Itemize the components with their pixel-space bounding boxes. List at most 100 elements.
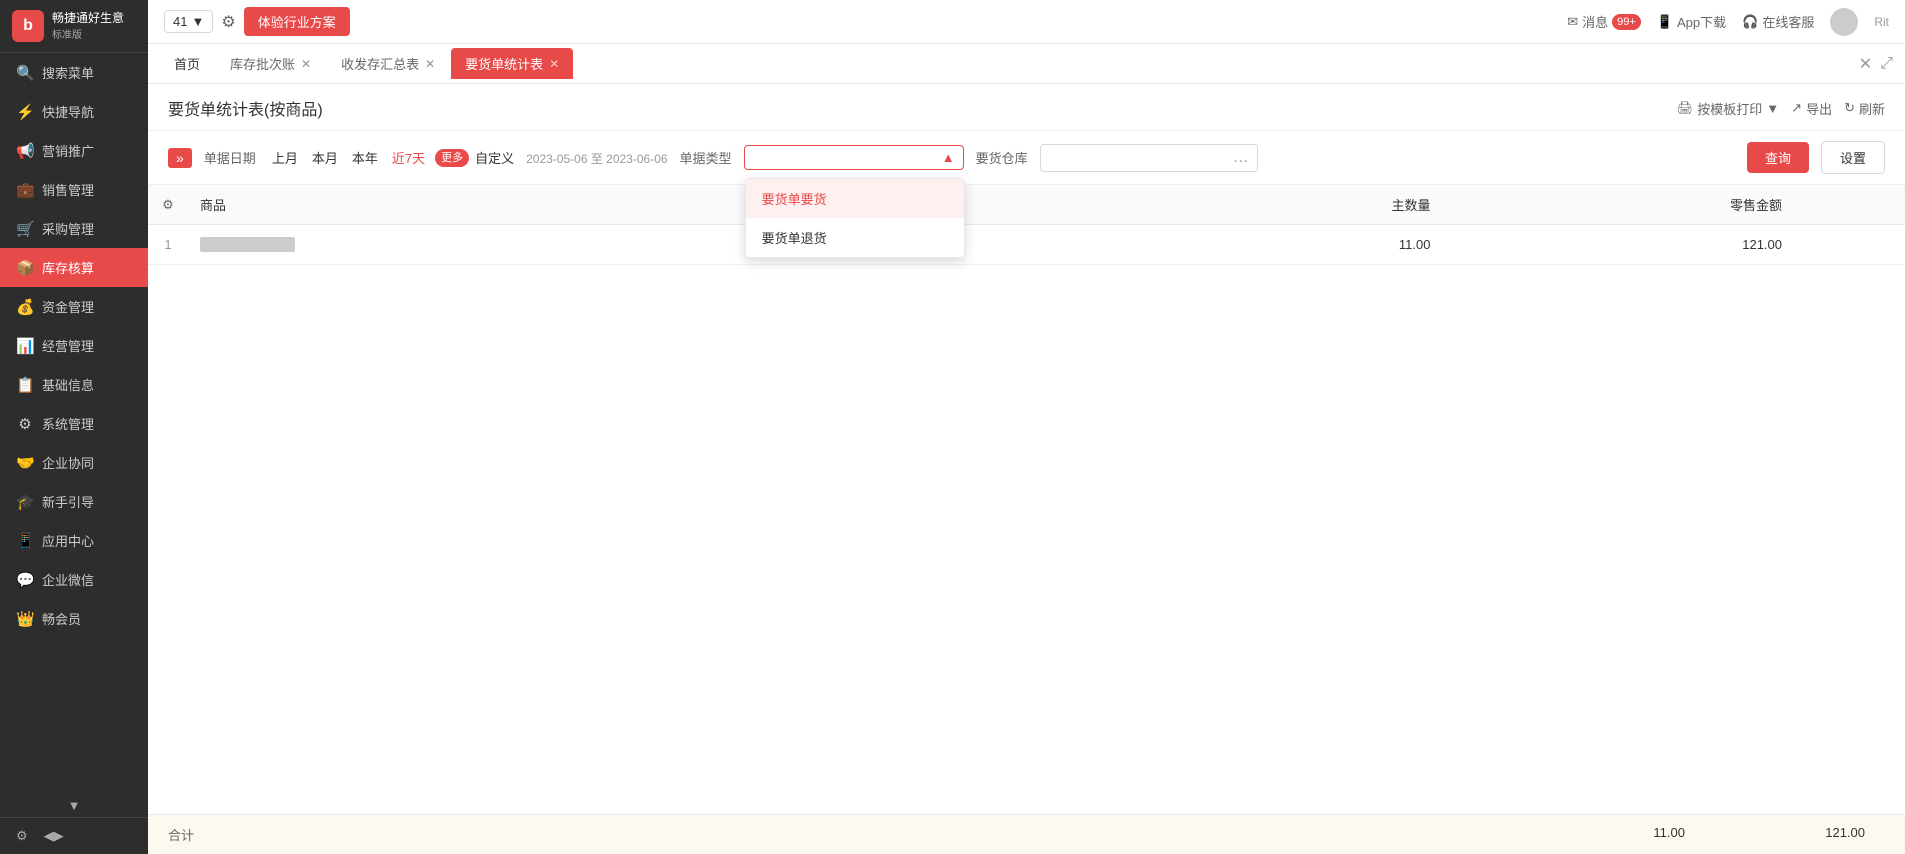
summary-label: 合计	[168, 825, 194, 844]
sidebar-label-purchase: 采购管理	[42, 219, 94, 238]
sidebar-label-sales: 销售管理	[42, 180, 94, 199]
col-quantity: 主数量	[1151, 185, 1442, 225]
date-option-custom[interactable]: 自定义	[475, 148, 514, 167]
refresh-icon: ↻	[1844, 100, 1855, 116]
warehouse-filter-input[interactable]: …	[1040, 144, 1258, 172]
sidebar-label-member: 畅会员	[42, 609, 81, 628]
sidebar-logo: b 畅捷通好生意 标准版	[0, 0, 148, 53]
date-option-7days[interactable]: 近7天	[388, 146, 429, 169]
sidebar-item-appstore[interactable]: 📱 应用中心	[0, 521, 148, 560]
filter-expand-button[interactable]: »	[168, 148, 192, 168]
print-arrow-icon: ▼	[1766, 101, 1779, 116]
sidebar-label-search: 搜索菜单	[42, 63, 94, 82]
tab-close-all-icon[interactable]: ✕	[1859, 54, 1872, 74]
date-range-display: 2023-05-06 至 2023-06-06	[526, 150, 667, 167]
sidebar-item-marketing[interactable]: 📢营销推广	[0, 131, 148, 170]
sidebar-item-finance[interactable]: 💰资金管理	[0, 287, 148, 326]
sidebar-item-sales[interactable]: 💼销售管理	[0, 170, 148, 209]
date-more-badge[interactable]: 更多	[435, 149, 469, 167]
query-button[interactable]: 查询	[1747, 142, 1809, 173]
purchase-icon: 🛒	[16, 220, 34, 238]
app-download-label: App下载	[1677, 12, 1726, 31]
tab-3[interactable]: 要货单统计表 ✕	[451, 48, 573, 79]
member-icon: 👑	[16, 610, 34, 628]
sidebar-item-search[interactable]: 🔍 搜索菜单	[0, 53, 148, 92]
date-filter-label: 单据日期	[204, 148, 256, 167]
export-action[interactable]: ↗ 导出	[1791, 99, 1832, 118]
print-action[interactable]: 🖨 按模板打印 ▼	[1677, 99, 1779, 118]
sidebar-label-appstore: 应用中心	[42, 531, 94, 550]
finance-icon: 💰	[16, 298, 34, 316]
date-option-last-month[interactable]: 上月	[268, 146, 302, 169]
sidebar-collapse-icon[interactable]: ◀▶	[44, 828, 64, 844]
sidebar-item-system[interactable]: ⚙系统管理	[0, 404, 148, 443]
avatar[interactable]	[1830, 8, 1858, 36]
dropdown-item-0[interactable]: 要货单要货	[746, 179, 964, 218]
tab-0[interactable]: 首页	[160, 48, 214, 79]
row-product-0: ██████	[188, 225, 740, 265]
type-filter-input-wrap: ▲ 要货单要货要货单退货	[744, 145, 964, 170]
date-options-group: 上月 本月 本年 近7天 更多 自定义	[268, 146, 514, 169]
date-option-this-year[interactable]: 本年	[348, 146, 382, 169]
trial-button[interactable]: 体验行业方案	[244, 7, 350, 36]
sidebar-item-basic[interactable]: 📋 基础信息	[0, 365, 148, 404]
refresh-action[interactable]: ↻ 刷新	[1844, 99, 1885, 118]
col-amount: 零售金额	[1443, 185, 1795, 225]
company-dropdown-icon: ▼	[191, 14, 204, 29]
app-download-item[interactable]: 📱 App下载	[1657, 12, 1726, 31]
summary-quantity: 11.00	[1605, 825, 1685, 844]
sidebar-item-inventory[interactable]: 📦库存核算	[0, 248, 148, 287]
date-option-this-month[interactable]: 本月	[308, 146, 342, 169]
warehouse-filter-label: 要货仓库	[976, 148, 1028, 167]
sidebar-label-inventory: 库存核算	[42, 258, 94, 277]
more-icon[interactable]: …	[1233, 149, 1249, 167]
online-service-item[interactable]: 🎧 在线客服	[1742, 12, 1814, 31]
type-filter-input[interactable]	[753, 150, 942, 165]
tab-label-3: 要货单统计表	[465, 54, 543, 73]
tab-close-2[interactable]: ✕	[425, 57, 435, 71]
col-settings[interactable]: ⚙	[148, 185, 188, 225]
tab-label-0: 首页	[174, 54, 200, 73]
appstore-icon: 📱	[16, 532, 34, 550]
sidebar-item-member[interactable]: 👑 畅会员	[0, 599, 148, 638]
row-amount-0: 121.00	[1443, 225, 1795, 265]
sidebar-scroll-down[interactable]: ▼	[0, 794, 148, 817]
print-label: 按模板打印	[1697, 99, 1762, 118]
tab-close-1[interactable]: ✕	[301, 57, 311, 71]
refresh-label: 刷新	[1859, 99, 1885, 118]
sidebar-item-enterprise[interactable]: 🤝企业协同	[0, 443, 148, 482]
warehouse-input[interactable]	[1049, 150, 1225, 165]
set-button[interactable]: 设置	[1821, 141, 1885, 174]
search-icon: 🔍	[16, 64, 34, 82]
message-item[interactable]: ✉ 消息 99+	[1567, 12, 1641, 31]
sidebar-item-wechat[interactable]: 💬 企业微信	[0, 560, 148, 599]
topbar-settings-icon[interactable]: ⚙	[221, 12, 235, 32]
type-filter-label: 单据类型	[680, 148, 732, 167]
company-name: 41	[173, 14, 187, 29]
dropdown-item-1[interactable]: 要货单退货	[746, 218, 964, 257]
row-num-0: 1	[148, 225, 188, 265]
type-filter-arrow-icon[interactable]: ▲	[942, 150, 955, 165]
logo-name: 畅捷通好生意	[52, 11, 124, 27]
sidebar-item-operation[interactable]: 📊经营管理	[0, 326, 148, 365]
summary-row: 合计 11.00 121.00	[148, 814, 1905, 854]
sidebar-item-guide[interactable]: 🎓新手引导	[0, 482, 148, 521]
tab-2[interactable]: 收发存汇总表 ✕	[327, 48, 449, 79]
sidebar-label-basic: 基础信息	[42, 375, 94, 394]
sidebar-item-quick-nav[interactable]: ⚡快捷导航	[0, 92, 148, 131]
marketing-icon: 📢	[16, 142, 34, 160]
basic-icon: 📋	[16, 376, 34, 394]
wechat-icon: 💬	[16, 571, 34, 589]
sidebar-settings-icon[interactable]: ⚙	[16, 828, 28, 844]
sidebar-label-wechat: 企业微信	[42, 570, 94, 589]
sidebar-item-purchase[interactable]: 🛒 采购管理	[0, 209, 148, 248]
tab-expand-icon[interactable]: ⤢	[1880, 55, 1893, 73]
message-label: 消息	[1582, 12, 1608, 31]
company-selector[interactable]: 41 ▼	[164, 10, 213, 33]
operation-icon: 📊	[16, 337, 34, 355]
table-row: 1 ██████ 块 11.00 121.00	[148, 225, 1905, 265]
tab-close-3[interactable]: ✕	[549, 57, 559, 71]
system-icon: ⚙	[16, 415, 34, 433]
sidebar-label-guide: 新手引导	[42, 492, 94, 511]
tab-1[interactable]: 库存批次账 ✕	[216, 48, 325, 79]
